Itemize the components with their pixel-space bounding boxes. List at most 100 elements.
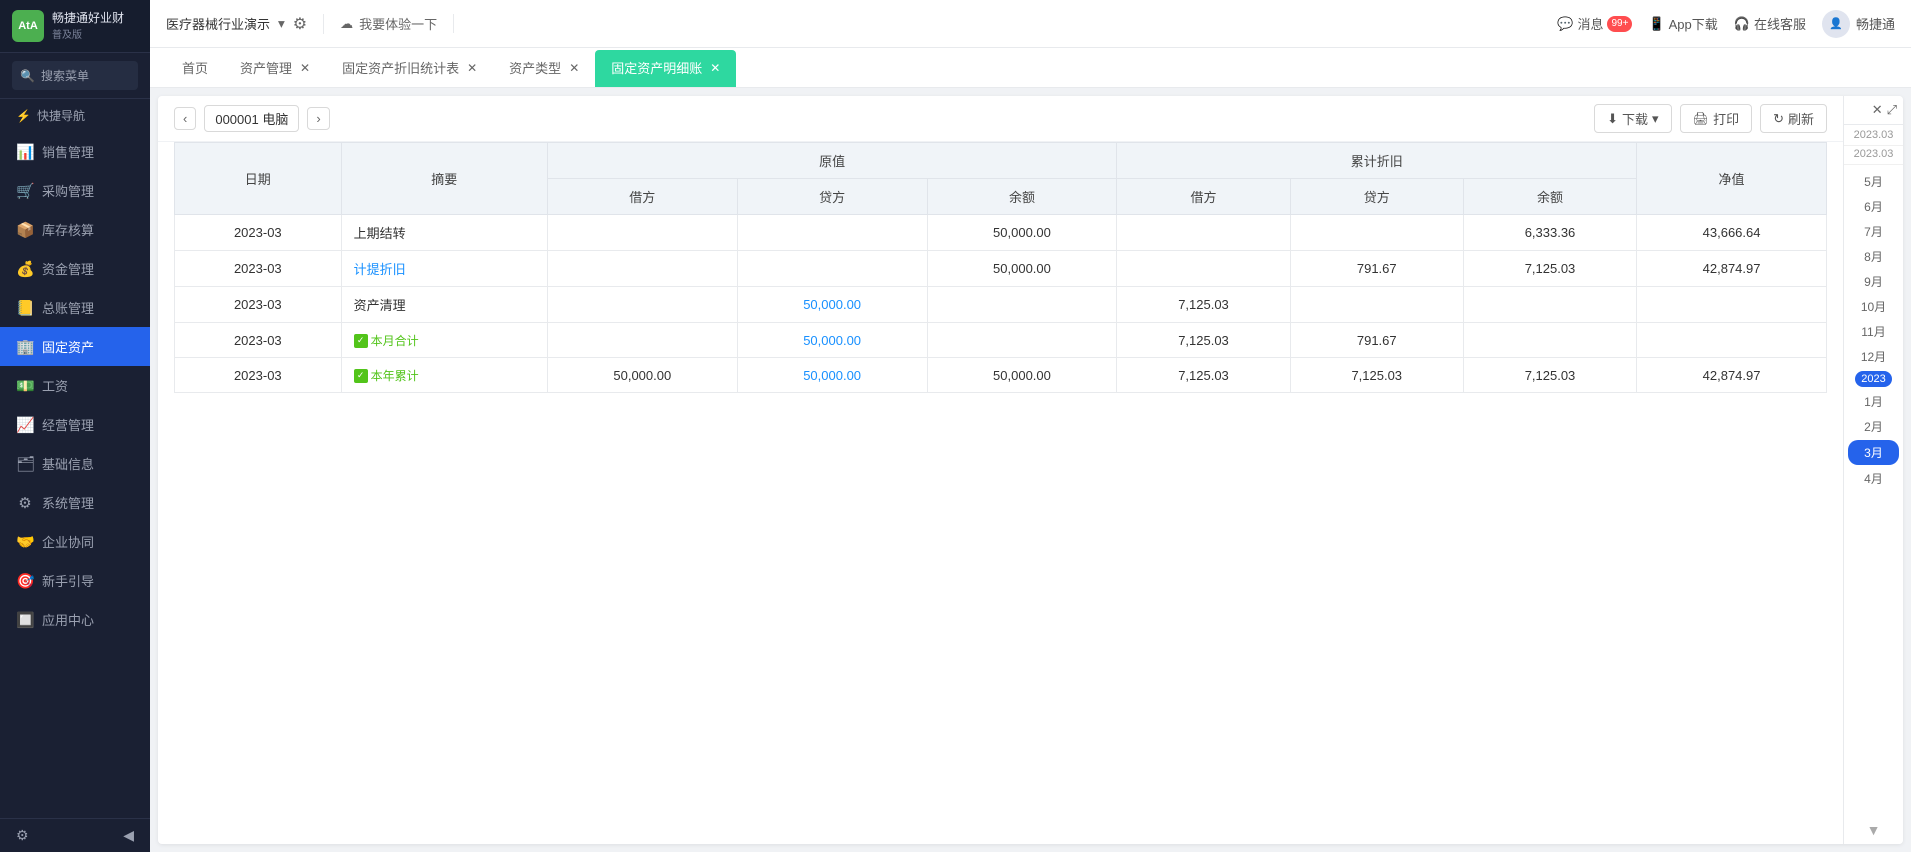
timeline-year-badge[interactable]: 2023 [1855, 371, 1891, 387]
inventory-icon: 📦 [16, 221, 34, 239]
sidebar-item-ledger[interactable]: 📒 总账管理 [0, 288, 150, 327]
timeline-month[interactable]: 10月 [1844, 294, 1903, 319]
cell-leiji-credit [1290, 287, 1463, 323]
payroll-icon: 💵 [16, 377, 34, 395]
sidebar-item-basic[interactable]: 🗂 基础信息 [0, 444, 150, 483]
system-icon: ⚙ [16, 494, 34, 512]
sidebar-item-payroll[interactable]: 💵 工资 [0, 366, 150, 405]
col-leiji-credit: 贷方 [1290, 179, 1463, 215]
sidebar-search: 🔍 搜索菜单 [0, 53, 150, 99]
print-button[interactable]: 🖨 打印 [1680, 104, 1753, 133]
tab-asset-mgmt-close[interactable]: ✕ [298, 62, 310, 74]
asset-id-display: 000001 电脑 [204, 105, 299, 132]
sidebar-item-purchase[interactable]: 🛒 采购管理 [0, 171, 150, 210]
search-menu-button[interactable]: 🔍 搜索菜单 [12, 61, 138, 90]
sidebar-item-operations[interactable]: 📈 经营管理 [0, 405, 150, 444]
company-dropdown-button[interactable]: ▾ [278, 16, 285, 32]
app-center-icon: 🔲 [16, 611, 34, 629]
table-row: 2023-03 ✓本月合计 50,000.00 7,125.03 791.67 [175, 323, 1827, 358]
cell-yuanzhi-credit: 50,000.00 [737, 287, 927, 323]
guide-icon: 🎯 [16, 572, 34, 590]
cell-yuanzhi-balance [927, 323, 1117, 358]
col-yuanzhi-debit: 借方 [547, 179, 737, 215]
customer-service-button[interactable]: 🎧 在线客服 [1734, 14, 1806, 33]
cell-yuanzhi-balance: 50,000.00 [927, 251, 1117, 287]
tab-asset-type[interactable]: 资产类型 ✕ [493, 50, 595, 87]
app-download-button[interactable]: 📱 App下载 [1648, 14, 1717, 33]
tab-depreciation-table[interactable]: 固定资产折旧统计表 ✕ [326, 50, 493, 87]
col-accumulated-depreciation: 累计折旧 [1117, 143, 1637, 179]
tab-fixed-asset-detail[interactable]: 固定资产明细账 ✕ [595, 50, 736, 87]
sidebar-item-inventory[interactable]: 📦 库存核算 [0, 210, 150, 249]
messages-button[interactable]: 💬 消息 99+ [1557, 14, 1632, 33]
cell-leiji-balance: 6,333.36 [1463, 215, 1636, 251]
timeline-month[interactable]: 7月 [1844, 219, 1903, 244]
enterprise-icon: 🤝 [16, 533, 34, 551]
sidebar-collapse-button[interactable]: ◀ [123, 827, 134, 844]
fixed-asset-detail-table: 日期 摘要 原值 累计折旧 净值 借方 贷方 余额 借方 贷方 余额 [174, 142, 1827, 393]
timeline-close-button[interactable]: ✕ [1872, 102, 1883, 118]
search-icon: 🔍 [20, 69, 35, 83]
cell-leiji-credit: 7,125.03 [1290, 358, 1463, 393]
timeline-month[interactable]: 8月 [1844, 244, 1903, 269]
table-container: 日期 摘要 原值 累计折旧 净值 借方 贷方 余额 借方 贷方 余额 [158, 142, 1843, 844]
logo-app-name: 畅捷通好业财 [52, 11, 124, 27]
sidebar-item-app-center[interactable]: 🔲 应用中心 [0, 600, 150, 639]
sidebar-item-finance[interactable]: 💰 资金管理 [0, 249, 150, 288]
messages-badge: 99+ [1607, 16, 1632, 32]
next-asset-button[interactable]: › [307, 107, 329, 130]
cell-net-value: 42,874.97 [1637, 358, 1827, 393]
sidebar-item-purchase-label: 采购管理 [42, 181, 94, 200]
timeline-expand-button[interactable]: ⤢ [1887, 102, 1897, 118]
cell-yuanzhi-credit [737, 215, 927, 251]
sidebar-settings-button[interactable]: ⚙ [16, 827, 29, 844]
timeline-month[interactable]: 12月 [1844, 344, 1903, 369]
timeline-month[interactable]: 2月 [1844, 414, 1903, 439]
timeline-month[interactable]: 11月 [1844, 319, 1903, 344]
tab-depreciation-label: 固定资产折旧统计表 [342, 58, 459, 77]
company-settings-button[interactable]: ⚙ [293, 14, 307, 34]
cell-leiji-balance [1463, 287, 1636, 323]
quick-nav-item[interactable]: ⚡ 快捷导航 [0, 99, 150, 128]
app-download-label: App下载 [1669, 14, 1718, 33]
print-icon: 🖨 [1693, 111, 1710, 127]
cell-yuanzhi-debit [547, 215, 737, 251]
operations-icon: 📈 [16, 416, 34, 434]
timeline-month[interactable]: 6月 [1844, 194, 1903, 219]
sidebar-item-fixed-assets[interactable]: 🏢 固定资产 [0, 327, 150, 366]
col-original-value: 原值 [547, 143, 1116, 179]
timeline-month[interactable]: 9月 [1844, 269, 1903, 294]
cell-net-value [1637, 287, 1827, 323]
company-selector[interactable]: 医疗器械行业演示 ▾ ⚙ [166, 14, 324, 34]
sidebar-item-guide[interactable]: 🎯 新手引导 [0, 561, 150, 600]
timeline-month[interactable]: 4月 [1844, 466, 1903, 491]
timeline-month-active[interactable]: 3月 [1848, 440, 1899, 465]
logo-icon: AtA [12, 10, 44, 42]
timeline-month[interactable]: 5月 [1844, 169, 1903, 194]
sidebar-item-system[interactable]: ⚙ 系统管理 [0, 483, 150, 522]
download-button[interactable]: ⬇ 下载 ▾ [1594, 104, 1671, 133]
cell-summary: 资产清理 [341, 287, 547, 323]
sidebar-item-sales[interactable]: 📊 销售管理 [0, 132, 150, 171]
cell-yuanzhi-debit [547, 287, 737, 323]
cell-date: 2023-03 [175, 323, 342, 358]
timeline-month[interactable]: 1月 [1844, 389, 1903, 414]
cell-date: 2023-03 [175, 287, 342, 323]
timeline-down-button[interactable]: ▼ [1865, 820, 1883, 840]
download-icon: 📱 [1648, 16, 1664, 32]
prev-asset-button[interactable]: ‹ [174, 107, 196, 130]
tab-asset-type-close[interactable]: ✕ [567, 62, 579, 74]
header: 医疗器械行业演示 ▾ ⚙ ☁ 我要体验一下 💬 消息 99+ 📱 App下载 🎧… [150, 0, 1911, 48]
tab-asset-mgmt[interactable]: 资产管理 ✕ [224, 50, 326, 87]
sidebar-item-enterprise[interactable]: 🤝 企业协同 [0, 522, 150, 561]
col-date: 日期 [175, 143, 342, 215]
tab-fixed-asset-detail-label: 固定资产明细账 [611, 58, 702, 77]
tab-fixed-asset-detail-close[interactable]: ✕ [708, 62, 720, 74]
timeline-nav-down[interactable]: ▼ [1844, 816, 1903, 844]
tab-asset-mgmt-label: 资产管理 [240, 58, 292, 77]
logo-sub: 普及版 [52, 26, 124, 41]
tab-depreciation-close[interactable]: ✕ [465, 62, 477, 74]
refresh-button[interactable]: ↻ 刷新 [1760, 104, 1827, 133]
table-row: 2023-03 计提折旧 50,000.00 791.67 7,125.03 4… [175, 251, 1827, 287]
tab-home[interactable]: 首页 [166, 50, 224, 87]
